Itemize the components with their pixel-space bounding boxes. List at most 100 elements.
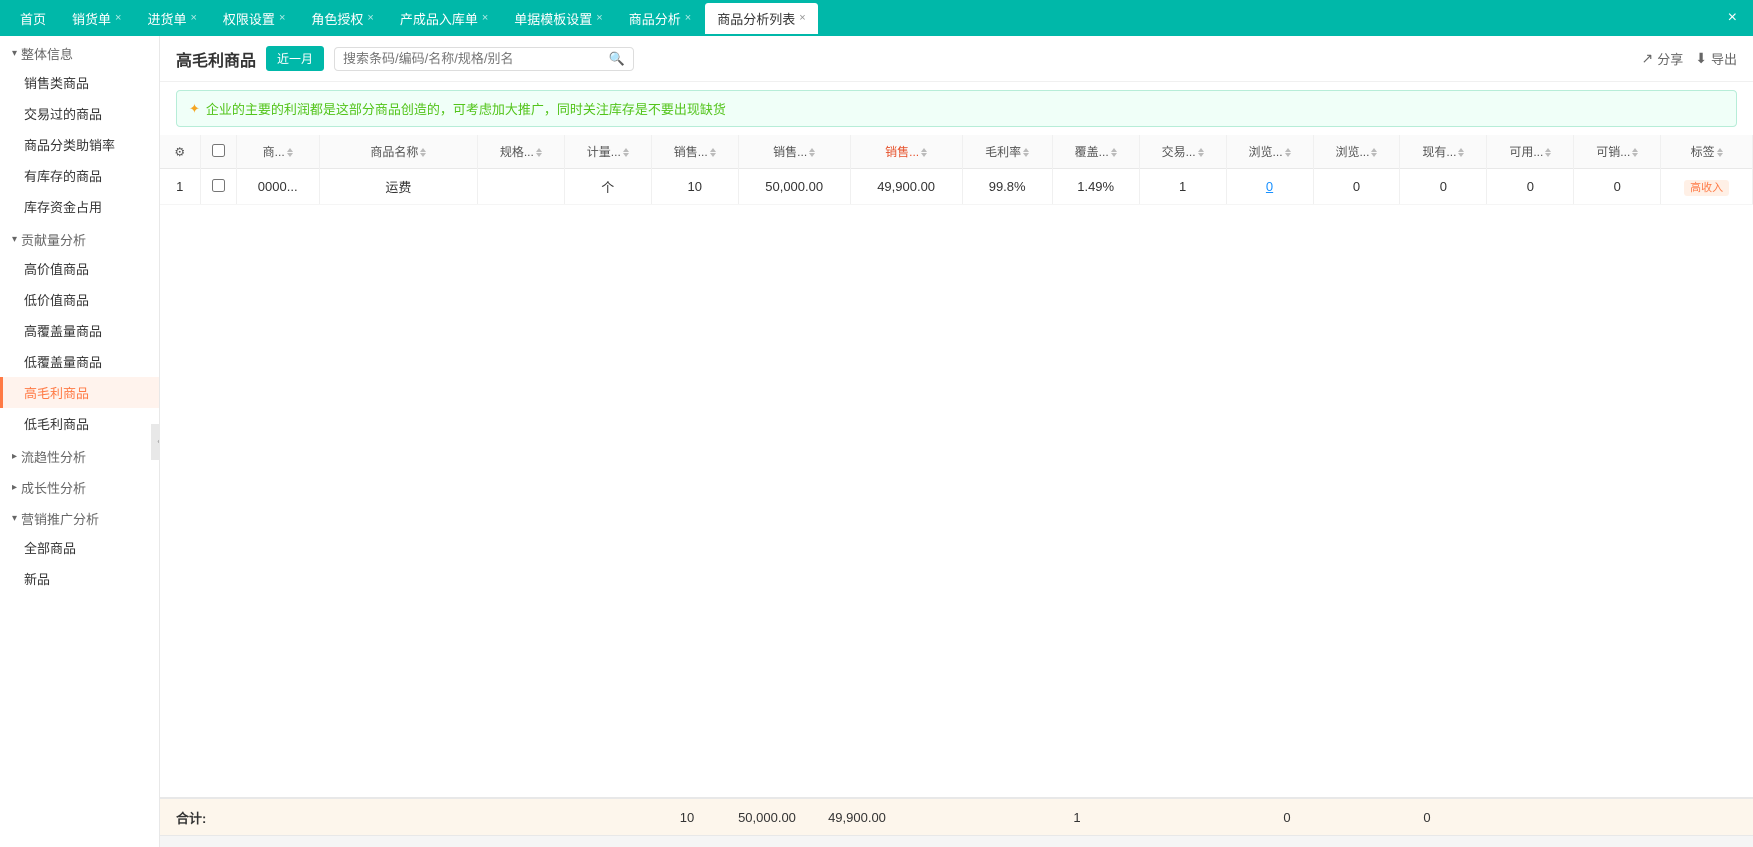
tab-template-settings[interactable]: 单据模板设置 ×	[502, 3, 614, 34]
tab-product-analysis-list[interactable]: 商品分析列表 ×	[705, 3, 817, 34]
header-actions: ↗ 分享 ⬇ 导出	[1642, 49, 1738, 68]
tab-product-analysis[interactable]: 商品分析 ×	[617, 3, 703, 34]
footer-cell-name	[432, 810, 532, 825]
content-area: 高毛利商品 近一月 🔍 ↗ 分享 ⬇ 导出 ✦ 企业的主要的利润都是这部分商品创…	[160, 36, 1753, 847]
cell-transaction: 1	[1139, 169, 1226, 205]
tab-permission-settings[interactable]: 权限设置 ×	[211, 3, 297, 34]
col-transaction[interactable]: 交易...	[1139, 135, 1226, 169]
sidebar-item-high-value[interactable]: 高价值商品	[0, 253, 159, 284]
top-navigation: 首页 销货单 × 进货单 × 权限设置 × 角色授权 × 产成品入库单 × 单据…	[0, 0, 1753, 36]
close-icon[interactable]: ×	[115, 12, 121, 24]
cell-sales-profit: 49,900.00	[850, 169, 962, 205]
sidebar-group-overview[interactable]: ▾ 整体信息	[0, 36, 159, 67]
sidebar-item-low-coverage[interactable]: 低覆盖量商品	[0, 346, 159, 377]
cell-views1[interactable]: 0	[1226, 169, 1313, 205]
share-icon: ↗	[1642, 50, 1654, 67]
tab-finished-goods[interactable]: 产成品入库单 ×	[388, 3, 500, 34]
col-sales-qty[interactable]: 销售...	[651, 135, 738, 169]
star-icon: ✦	[189, 101, 200, 117]
col-code[interactable]: 商...	[236, 135, 319, 169]
table-row: 1 0000... 运费 个 10 50,000.00 49,900.00 99…	[160, 169, 1753, 205]
close-icon[interactable]: ×	[279, 12, 285, 24]
close-icon[interactable]: ×	[190, 12, 196, 24]
col-gross-margin[interactable]: 毛利率	[962, 135, 1052, 169]
footer-coverage	[972, 810, 1042, 825]
cell-gross-margin: 99.8%	[962, 169, 1052, 205]
sidebar-group-marketing[interactable]: ▾ 营销推广分析	[0, 501, 159, 532]
cell-unit: 个	[564, 169, 651, 205]
col-unit[interactable]: 计量...	[564, 135, 651, 169]
export-button[interactable]: ⬇ 导出	[1695, 49, 1737, 68]
footer-tag	[1462, 810, 1532, 825]
sidebar-item-low-value[interactable]: 低价值商品	[0, 284, 159, 315]
col-checkbox[interactable]	[200, 135, 236, 169]
sidebar-group-contribution[interactable]: ▾ 贡献量分析	[0, 222, 159, 253]
col-stock-current[interactable]: 现有...	[1400, 135, 1487, 169]
footer-total-profit: 49,900.00	[812, 810, 902, 825]
chevron-down-icon: ▾	[12, 234, 17, 245]
close-icon[interactable]: ×	[596, 12, 602, 24]
cell-coverage: 1.49%	[1052, 169, 1139, 205]
sidebar-item-in-stock[interactable]: 有库存的商品	[0, 160, 159, 191]
footer-gross-margin	[902, 810, 972, 825]
sidebar-group-trend[interactable]: ▸ 流趋性分析	[0, 439, 159, 470]
footer-cell-spec	[532, 810, 592, 825]
table-footer: 合计: 10 50,000.00 49,900.00 1 0 0	[160, 797, 1753, 835]
row-checkbox[interactable]	[212, 179, 225, 192]
sidebar-item-all-goods[interactable]: 全部商品	[0, 532, 159, 563]
col-settings[interactable]: ⚙	[160, 135, 200, 169]
export-icon: ⬇	[1695, 50, 1707, 67]
sidebar-item-traded-goods[interactable]: 交易过的商品	[0, 98, 159, 129]
close-icon[interactable]: ×	[685, 12, 691, 24]
sidebar-item-high-coverage[interactable]: 高覆盖量商品	[0, 315, 159, 346]
footer-label: 合计:	[176, 808, 296, 827]
sidebar-group-growth[interactable]: ▸ 成长性分析	[0, 470, 159, 501]
share-button[interactable]: ↗ 分享	[1642, 49, 1684, 68]
close-icon[interactable]: ×	[482, 12, 488, 24]
col-stock-saleable[interactable]: 可销...	[1574, 135, 1661, 169]
cell-code: 0000...	[236, 169, 319, 205]
cell-checkbox[interactable]	[200, 169, 236, 205]
content-header: 高毛利商品 近一月 🔍 ↗ 分享 ⬇ 导出	[160, 36, 1753, 82]
footer-stock-available	[1322, 810, 1392, 825]
sidebar-item-inventory-capital[interactable]: 库存资金占用	[0, 191, 159, 222]
tab-role-auth[interactable]: 角色授权 ×	[299, 3, 385, 34]
footer-stock-saleable: 0	[1392, 810, 1462, 825]
col-tag[interactable]: 标签	[1661, 135, 1753, 169]
footer-values: 10 50,000.00 49,900.00 1 0 0	[296, 810, 1737, 825]
horizontal-scrollbar[interactable]	[160, 835, 1753, 847]
close-icon[interactable]: ×	[367, 12, 373, 24]
chevron-right-icon: ▸	[12, 451, 17, 462]
footer-total-amount: 50,000.00	[722, 810, 812, 825]
col-sales-amount[interactable]: 销售...	[738, 135, 850, 169]
sidebar-item-sales-goods[interactable]: 销售类商品	[0, 67, 159, 98]
sidebar-item-high-margin[interactable]: 高毛利商品	[0, 377, 159, 408]
tab-sales-order[interactable]: 销货单 ×	[60, 3, 133, 34]
cell-sales-amount: 50,000.00	[738, 169, 850, 205]
sidebar-item-new-goods[interactable]: 新品	[0, 563, 159, 594]
sidebar-item-low-margin[interactable]: 低毛利商品	[0, 408, 159, 439]
close-icon[interactable]: ×	[799, 12, 805, 24]
search-icon[interactable]: 🔍	[609, 51, 625, 67]
select-all-checkbox[interactable]	[212, 144, 225, 157]
footer-cell-checkbox	[296, 810, 372, 825]
footer-cell-unit	[592, 810, 652, 825]
footer-cell-code	[372, 810, 432, 825]
close-all-tabs-button[interactable]: ×	[1720, 9, 1745, 27]
col-sales-profit[interactable]: 销售...	[850, 135, 962, 169]
sidebar-collapse-button[interactable]: «	[151, 424, 160, 460]
col-coverage[interactable]: 覆盖...	[1052, 135, 1139, 169]
col-spec[interactable]: 规格...	[477, 135, 564, 169]
col-views1[interactable]: 浏览...	[1226, 135, 1313, 169]
sidebar-item-category-rate[interactable]: 商品分类助销率	[0, 129, 159, 160]
footer-transaction: 1	[1042, 810, 1112, 825]
tab-purchase-order[interactable]: 进货单 ×	[135, 3, 208, 34]
col-name[interactable]: 商品名称	[319, 135, 477, 169]
col-views2[interactable]: 浏览...	[1313, 135, 1400, 169]
search-input[interactable]	[343, 51, 603, 66]
filter-recent-month-button[interactable]: 近一月	[266, 46, 324, 71]
cell-sales-qty: 10	[651, 169, 738, 205]
info-banner: ✦ 企业的主要的利润都是这部分商品创造的，可考虑加大推广，同时关注库存是不要出现…	[176, 90, 1737, 127]
tab-home[interactable]: 首页	[8, 3, 58, 34]
col-stock-available[interactable]: 可用...	[1487, 135, 1574, 169]
